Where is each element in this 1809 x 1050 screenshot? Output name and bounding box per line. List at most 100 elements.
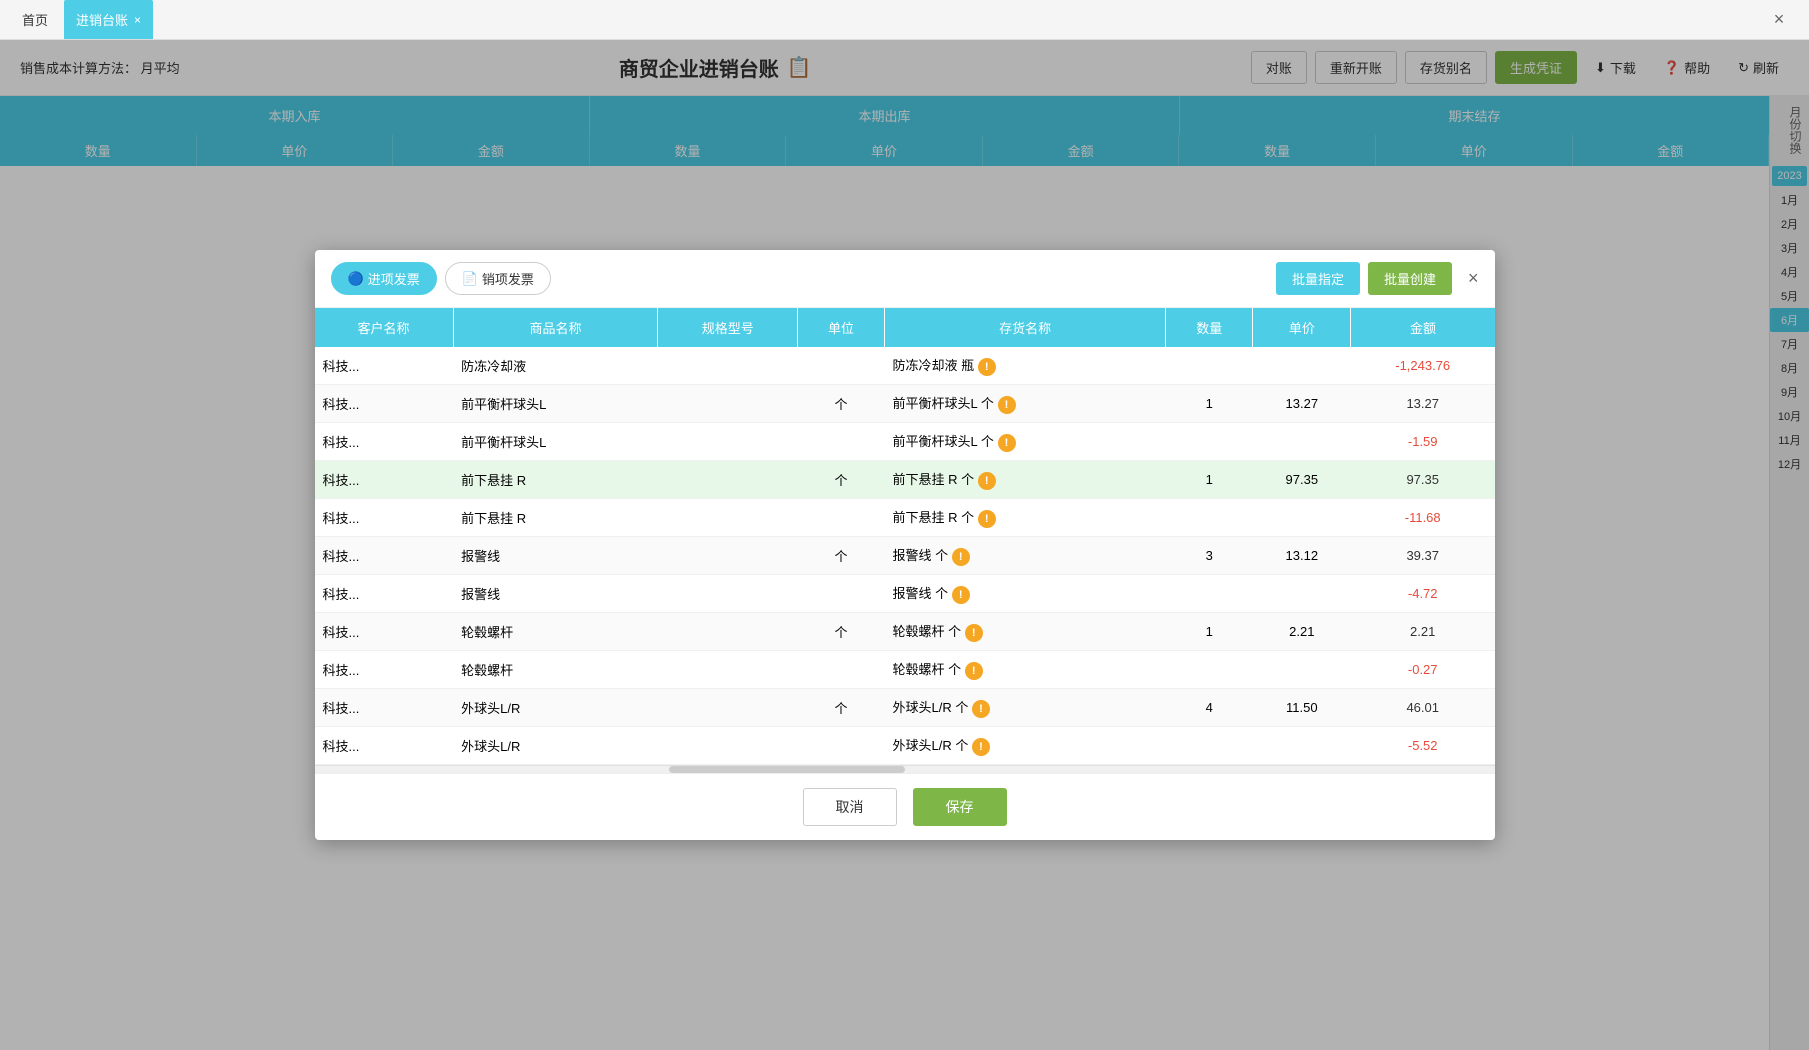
main-area: 销售成本计算方法： 月平均 商贸企业进销台账 📋 对账 重新开账 存货别名 生成… <box>0 40 1809 1050</box>
table-row: 科技... 外球头L/R 个 外球头L/R 个 ! 4 11.50 46.01 <box>315 689 1495 727</box>
table-row: 科技... 防冻冷却液 防冻冷却液 瓶 ! -1,243.76 <box>315 347 1495 385</box>
cell-product-7: 轮毂螺杆 <box>453 613 658 651</box>
warning-icon: ! <box>972 738 990 756</box>
cell-customer-7: 科技... <box>315 613 454 651</box>
cell-unit-3: 个 <box>798 461 885 499</box>
table-row: 科技... 报警线 报警线 个 ! -4.72 <box>315 575 1495 613</box>
modal-close-button[interactable]: × <box>1468 262 1479 295</box>
home-tab[interactable]: 首页 <box>10 0 60 39</box>
warning-icon: ! <box>978 472 996 490</box>
cell-spec-2 <box>658 423 798 461</box>
warning-icon: ! <box>978 358 996 376</box>
table-row: 科技... 轮毂螺杆 个 轮毂螺杆 个 ! 1 2.21 2.21 <box>315 613 1495 651</box>
cell-unit-price-5: 13.12 <box>1253 537 1351 575</box>
outbound-invoice-label: 销项发票 <box>482 269 534 288</box>
cell-product-2: 前平衡杆球头L <box>453 423 658 461</box>
cell-quantity-3: 1 <box>1166 461 1253 499</box>
warning-icon: ! <box>952 586 970 604</box>
cell-unit-price-6 <box>1253 575 1351 613</box>
table-header-row: 客户名称 商品名称 规格型号 单位 存货名称 数量 单价 金额 <box>315 308 1495 347</box>
table-row: 科技... 前下悬挂 R 个 前下悬挂 R 个 ! 1 97.35 97.35 <box>315 461 1495 499</box>
active-tab[interactable]: 进销台账 × <box>64 0 153 39</box>
cell-quantity-0 <box>1166 347 1253 385</box>
cell-inventory-6: 报警线 个 ! <box>885 575 1166 613</box>
table-row: 科技... 外球头L/R 外球头L/R 个 ! -5.52 <box>315 727 1495 765</box>
col-amount: 金额 <box>1351 308 1495 347</box>
cell-customer-9: 科技... <box>315 689 454 727</box>
warning-icon: ! <box>998 396 1016 414</box>
cell-unit-5: 个 <box>798 537 885 575</box>
table-row: 科技... 轮毂螺杆 轮毂螺杆 个 ! -0.27 <box>315 651 1495 689</box>
inbound-invoice-tab[interactable]: 🔵 进项发票 <box>331 262 437 295</box>
cell-unit-price-9: 11.50 <box>1253 689 1351 727</box>
cell-customer-3: 科技... <box>315 461 454 499</box>
cell-unit-10 <box>798 727 885 765</box>
col-customer: 客户名称 <box>315 308 454 347</box>
cell-spec-6 <box>658 575 798 613</box>
cell-quantity-7: 1 <box>1166 613 1253 651</box>
cell-quantity-4 <box>1166 499 1253 537</box>
close-tab-icon[interactable]: × <box>134 13 141 27</box>
cell-quantity-6 <box>1166 575 1253 613</box>
cell-product-10: 外球头L/R <box>453 727 658 765</box>
cell-amount-9: 46.01 <box>1351 689 1495 727</box>
cell-unit-price-3: 97.35 <box>1253 461 1351 499</box>
cell-spec-1 <box>658 385 798 423</box>
cell-amount-0: -1,243.76 <box>1351 347 1495 385</box>
scrollbar-thumb[interactable] <box>669 766 905 773</box>
cell-product-4: 前下悬挂 R <box>453 499 658 537</box>
inbound-invoice-label: 进项发票 <box>368 269 420 288</box>
warning-icon: ! <box>972 700 990 718</box>
cell-product-0: 防冻冷却液 <box>453 347 658 385</box>
cell-amount-5: 39.37 <box>1351 537 1495 575</box>
window-close-button[interactable]: × <box>1759 0 1799 40</box>
cell-product-1: 前平衡杆球头L <box>453 385 658 423</box>
active-tab-label: 进销台账 <box>76 10 128 29</box>
warning-icon: ! <box>965 662 983 680</box>
cell-spec-3 <box>658 461 798 499</box>
warning-icon: ! <box>952 548 970 566</box>
cell-spec-9 <box>658 689 798 727</box>
cell-amount-7: 2.21 <box>1351 613 1495 651</box>
cell-unit-price-2 <box>1253 423 1351 461</box>
col-unit-price: 单价 <box>1253 308 1351 347</box>
cell-amount-1: 13.27 <box>1351 385 1495 423</box>
cell-customer-8: 科技... <box>315 651 454 689</box>
modal-horizontal-scrollbar[interactable] <box>315 765 1495 773</box>
cell-unit-0 <box>798 347 885 385</box>
outbound-invoice-tab[interactable]: 📄 销项发票 <box>445 262 551 295</box>
cell-spec-4 <box>658 499 798 537</box>
cell-inventory-2: 前平衡杆球头L 个 ! <box>885 423 1166 461</box>
cell-unit-7: 个 <box>798 613 885 651</box>
cell-amount-4: -11.68 <box>1351 499 1495 537</box>
invoice-table: 客户名称 商品名称 规格型号 单位 存货名称 数量 单价 金额 科技... 防冻… <box>315 308 1495 765</box>
batch-create-button[interactable]: 批量创建 <box>1368 262 1452 295</box>
cell-customer-4: 科技... <box>315 499 454 537</box>
cell-amount-8: -0.27 <box>1351 651 1495 689</box>
cancel-button[interactable]: 取消 <box>803 788 897 826</box>
cell-inventory-3: 前下悬挂 R 个 ! <box>885 461 1166 499</box>
cell-unit-8 <box>798 651 885 689</box>
cell-inventory-5: 报警线 个 ! <box>885 537 1166 575</box>
invoice-modal: 🔵 进项发票 📄 销项发票 批量指定 批量创建 × <box>315 250 1495 840</box>
warning-icon: ! <box>978 510 996 528</box>
modal-header-actions: 批量指定 批量创建 × <box>1276 262 1479 295</box>
cell-spec-10 <box>658 727 798 765</box>
col-quantity: 数量 <box>1166 308 1253 347</box>
save-button[interactable]: 保存 <box>913 788 1007 826</box>
cell-customer-2: 科技... <box>315 423 454 461</box>
cell-spec-8 <box>658 651 798 689</box>
cell-customer-10: 科技... <box>315 727 454 765</box>
batch-assign-button[interactable]: 批量指定 <box>1276 262 1360 295</box>
cell-spec-0 <box>658 347 798 385</box>
cell-quantity-10 <box>1166 727 1253 765</box>
cell-quantity-5: 3 <box>1166 537 1253 575</box>
cell-unit-price-8 <box>1253 651 1351 689</box>
cell-inventory-10: 外球头L/R 个 ! <box>885 727 1166 765</box>
cell-product-5: 报警线 <box>453 537 658 575</box>
cell-unit-1: 个 <box>798 385 885 423</box>
cell-unit-2 <box>798 423 885 461</box>
inbound-invoice-icon: 🔵 <box>348 271 364 287</box>
cell-product-3: 前下悬挂 R <box>453 461 658 499</box>
cell-spec-7 <box>658 613 798 651</box>
